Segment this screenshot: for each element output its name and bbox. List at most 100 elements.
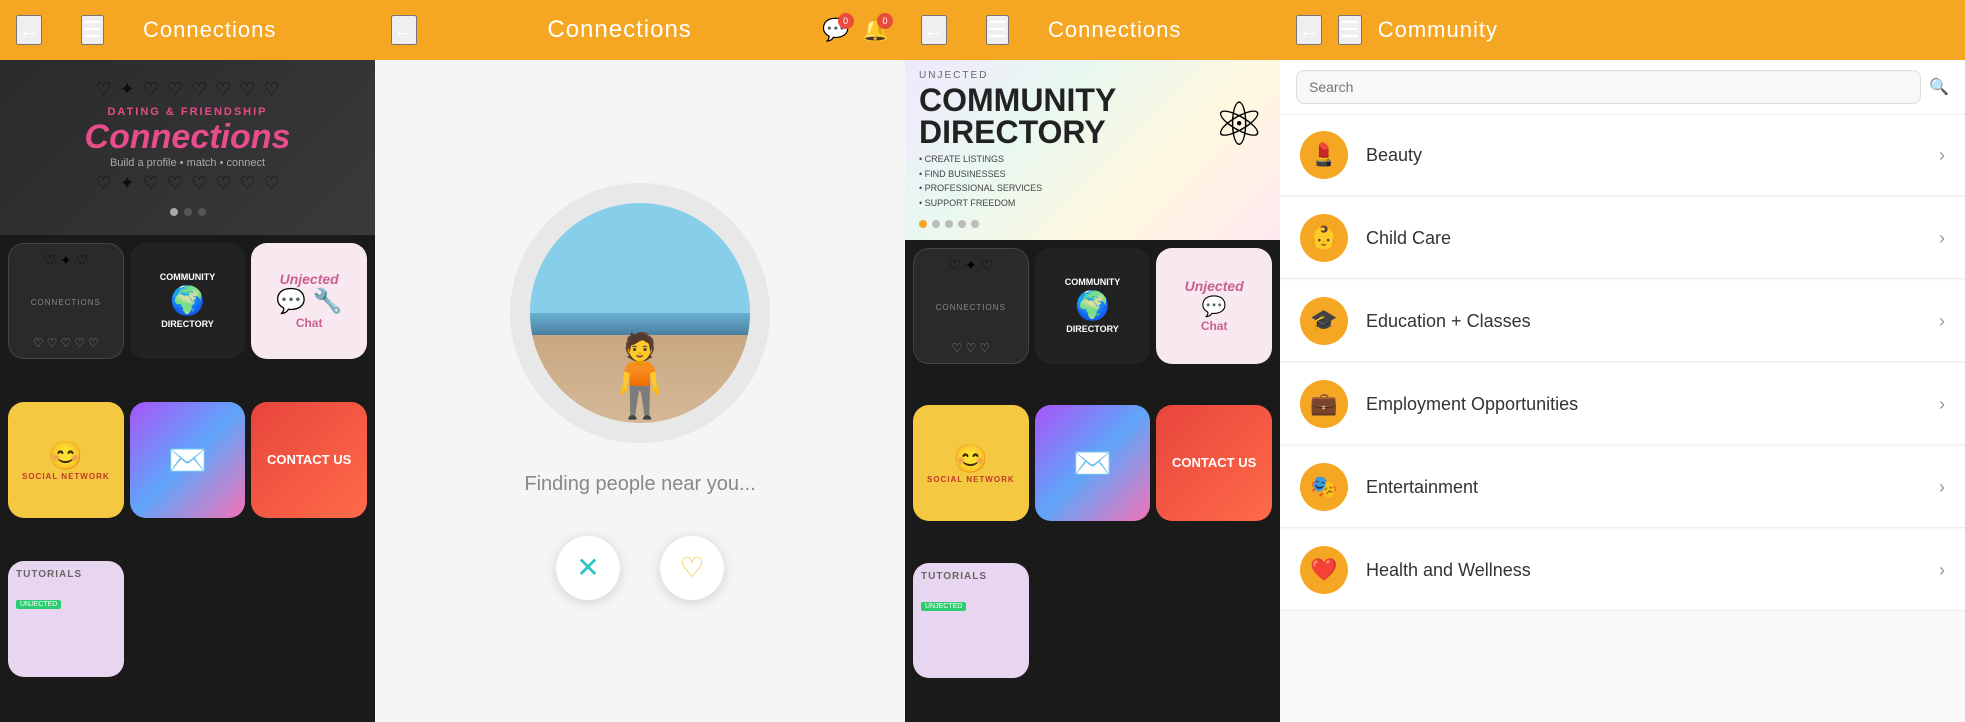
- banner-dots: [170, 208, 206, 216]
- tile-tutorials[interactable]: TUTORIALS UNJECTED: [8, 561, 124, 677]
- right-tile-envelope[interactable]: ✉️: [1035, 405, 1151, 521]
- banner-hearts: ♡✦♡♡♡♡♡♡: [95, 79, 279, 100]
- tutorials-badge: UNJECTED: [16, 600, 61, 609]
- middle-header-title: Connections: [417, 16, 822, 44]
- banner-hearts-2: ♡✦♡♡♡♡♡♡: [95, 173, 279, 194]
- middle-header: ← Connections 💬 0 🔔 0: [375, 0, 905, 60]
- right-tile-tutorials[interactable]: TUTORIALS UNJECTED: [913, 563, 1029, 679]
- right-tutorials-badge: UNJECTED: [921, 602, 966, 611]
- social-label: SOCIAL NETWORK: [22, 472, 110, 481]
- right-content-header-title: Connections: [1048, 17, 1181, 43]
- right-tile-directory[interactable]: COMMUNITY 🌍 DIRECTORY: [1035, 248, 1151, 364]
- middle-panel: ← Connections 💬 0 🔔 0 🧍 Finding people n…: [375, 0, 905, 722]
- right-content-list-button[interactable]: ☰: [986, 15, 1010, 45]
- right-content-grid: ♡✦♡ CONNECTIONS ♡♡♡ COMMUNITY 🌍 DIRECTOR…: [905, 240, 1280, 722]
- sidebar-item-label-entertainment: Entertainment: [1366, 477, 1939, 498]
- sidebar-back-button[interactable]: ←: [1296, 15, 1322, 45]
- right-social-icon: 😊: [953, 442, 988, 475]
- connections-label: CONNECTIONS: [31, 298, 101, 307]
- entertainment-chevron-icon: ›: [1939, 477, 1945, 498]
- tile-chat[interactable]: Unjected 💬 🔧 Chat: [251, 243, 367, 359]
- right-directory-label: COMMUNITY: [1065, 277, 1121, 288]
- banner-subtitle: Dating & Friendship: [107, 106, 267, 118]
- app-grid-left: ♡✦♡ CONNECTIONS ♡♡♡♡♡ COMMUNITY 🌍 DIRECT…: [0, 235, 375, 722]
- sidebar-header: ← ☰ Community: [1280, 0, 1965, 60]
- right-chat-label: Chat: [1201, 319, 1228, 333]
- sidebar-item-label-child-care: Child Care: [1366, 228, 1939, 249]
- beauty-chevron-icon: ›: [1939, 145, 1945, 166]
- finding-text: Finding people near you...: [524, 473, 755, 496]
- chat-button[interactable]: 💬 0: [822, 17, 849, 43]
- right-connections-label: CONNECTIONS: [936, 303, 1006, 312]
- banner-big-title: COMMUNITY DIRECTORY: [919, 84, 1116, 148]
- tile-social[interactable]: 😊 SOCIAL NETWORK: [8, 402, 124, 518]
- left-header: ← ☰ Connections: [0, 0, 375, 60]
- sidebar-item-education[interactable]: 🎓 Education + Classes ›: [1280, 281, 1965, 362]
- right-directory-label2: DIRECTORY: [1066, 324, 1119, 335]
- right-content-back-button[interactable]: ←: [921, 15, 947, 45]
- tile-envelope[interactable]: ✉️: [130, 402, 246, 518]
- right-chat-name: Unjected: [1185, 278, 1244, 294]
- banner-unjected-label: UNJECTED: [919, 70, 988, 81]
- education-icon: 🎓: [1300, 297, 1348, 345]
- chat-label: Chat: [296, 316, 323, 330]
- like-button[interactable]: ♡: [660, 536, 724, 600]
- middle-content: 🧍 Finding people near you... ✕ ♡: [375, 60, 905, 722]
- left-banner: ♡✦♡♡♡♡♡♡ Dating & Friendship Connections…: [0, 60, 375, 235]
- social-icon: 😊: [48, 439, 83, 472]
- sidebar-item-label-health: Health and Wellness: [1366, 560, 1939, 581]
- right-tile-social[interactable]: 😊 SOCIAL NETWORK: [913, 405, 1029, 521]
- sidebar-list: 💄 Beauty › 👶 Child Care › 🎓 Education + …: [1280, 115, 1965, 722]
- heart-icon: ♡: [679, 551, 704, 584]
- tutorials-label: TUTORIALS: [16, 569, 82, 580]
- search-icon: 🔍: [1929, 77, 1949, 97]
- sidebar-list-button[interactable]: ☰: [1338, 15, 1362, 45]
- right-tile-connections[interactable]: ♡✦♡ CONNECTIONS ♡♡♡: [913, 248, 1029, 364]
- x-icon: ✕: [576, 551, 599, 584]
- middle-back-button[interactable]: ←: [391, 15, 417, 45]
- sidebar-item-label-beauty: Beauty: [1366, 145, 1939, 166]
- reject-button[interactable]: ✕: [556, 536, 620, 600]
- sidebar-header-title: Community: [1378, 17, 1498, 43]
- sidebar-item-health[interactable]: ❤️ Health and Wellness ›: [1280, 530, 1965, 611]
- banner-progress-dots: [919, 220, 979, 228]
- bell-button[interactable]: 🔔 0: [862, 17, 889, 43]
- right-tile-chat[interactable]: Unjected 💬 Chat: [1156, 248, 1272, 364]
- right-chat-icon-tile: 💬: [1202, 294, 1227, 319]
- tile-connections[interactable]: ♡✦♡ CONNECTIONS ♡♡♡♡♡: [8, 243, 124, 359]
- chat-icon-tile: 💬 🔧: [276, 287, 342, 316]
- sidebar-item-label-employment: Employment Opportunities: [1366, 394, 1939, 415]
- sidebar-item-child-care[interactable]: 👶 Child Care ›: [1280, 198, 1965, 279]
- banner-atom-icon: ⚛: [1212, 90, 1266, 160]
- banner-title: Connections: [85, 118, 291, 157]
- directory-label: COMMUNITY: [160, 272, 216, 283]
- sidebar-item-entertainment[interactable]: 🎭 Entertainment ›: [1280, 447, 1965, 528]
- envelope-icon: ✉️: [168, 441, 208, 479]
- beauty-icon: 💄: [1300, 131, 1348, 179]
- directory-label2: DIRECTORY: [161, 319, 214, 330]
- employment-chevron-icon: ›: [1939, 394, 1945, 415]
- left-list-button[interactable]: ☰: [81, 15, 105, 45]
- right-content-banner: UNJECTED COMMUNITY DIRECTORY • CREATE LI…: [905, 60, 1280, 240]
- health-icon: ❤️: [1300, 546, 1348, 594]
- right-content-panel: ← ☰ Connections UNJECTED COMMUNITY DIREC…: [905, 0, 1280, 722]
- banner-tagline: Build a profile • match • connect: [110, 157, 265, 169]
- profile-circle-outer: 🧍: [510, 183, 770, 443]
- health-chevron-icon: ›: [1939, 560, 1945, 581]
- sidebar-item-beauty[interactable]: 💄 Beauty ›: [1280, 115, 1965, 196]
- tile-contact-us[interactable]: CONTACT US: [251, 402, 367, 518]
- left-header-title: Connections: [143, 17, 276, 43]
- employment-icon: 💼: [1300, 380, 1348, 428]
- right-tile-contact-us[interactable]: CONTACT US: [1156, 405, 1272, 521]
- left-back-button[interactable]: ←: [16, 15, 42, 45]
- action-buttons: ✕ ♡: [556, 536, 724, 600]
- right-directory-globe-icon: 🌍: [1075, 289, 1110, 322]
- left-panel: ← ☰ Connections ♡✦♡♡♡♡♡♡ Dating & Friend…: [0, 0, 375, 722]
- search-input[interactable]: [1296, 70, 1921, 104]
- bell-badge: 0: [877, 13, 893, 29]
- sidebar-item-employment[interactable]: 💼 Employment Opportunities ›: [1280, 364, 1965, 445]
- contact-us-label: CONTACT US: [267, 452, 351, 468]
- entertainment-icon: 🎭: [1300, 463, 1348, 511]
- tile-directory[interactable]: COMMUNITY 🌍 DIRECTORY: [130, 243, 246, 359]
- banner-bullets: • CREATE LISTINGS • FIND BUSINESSES • PR…: [919, 152, 1042, 210]
